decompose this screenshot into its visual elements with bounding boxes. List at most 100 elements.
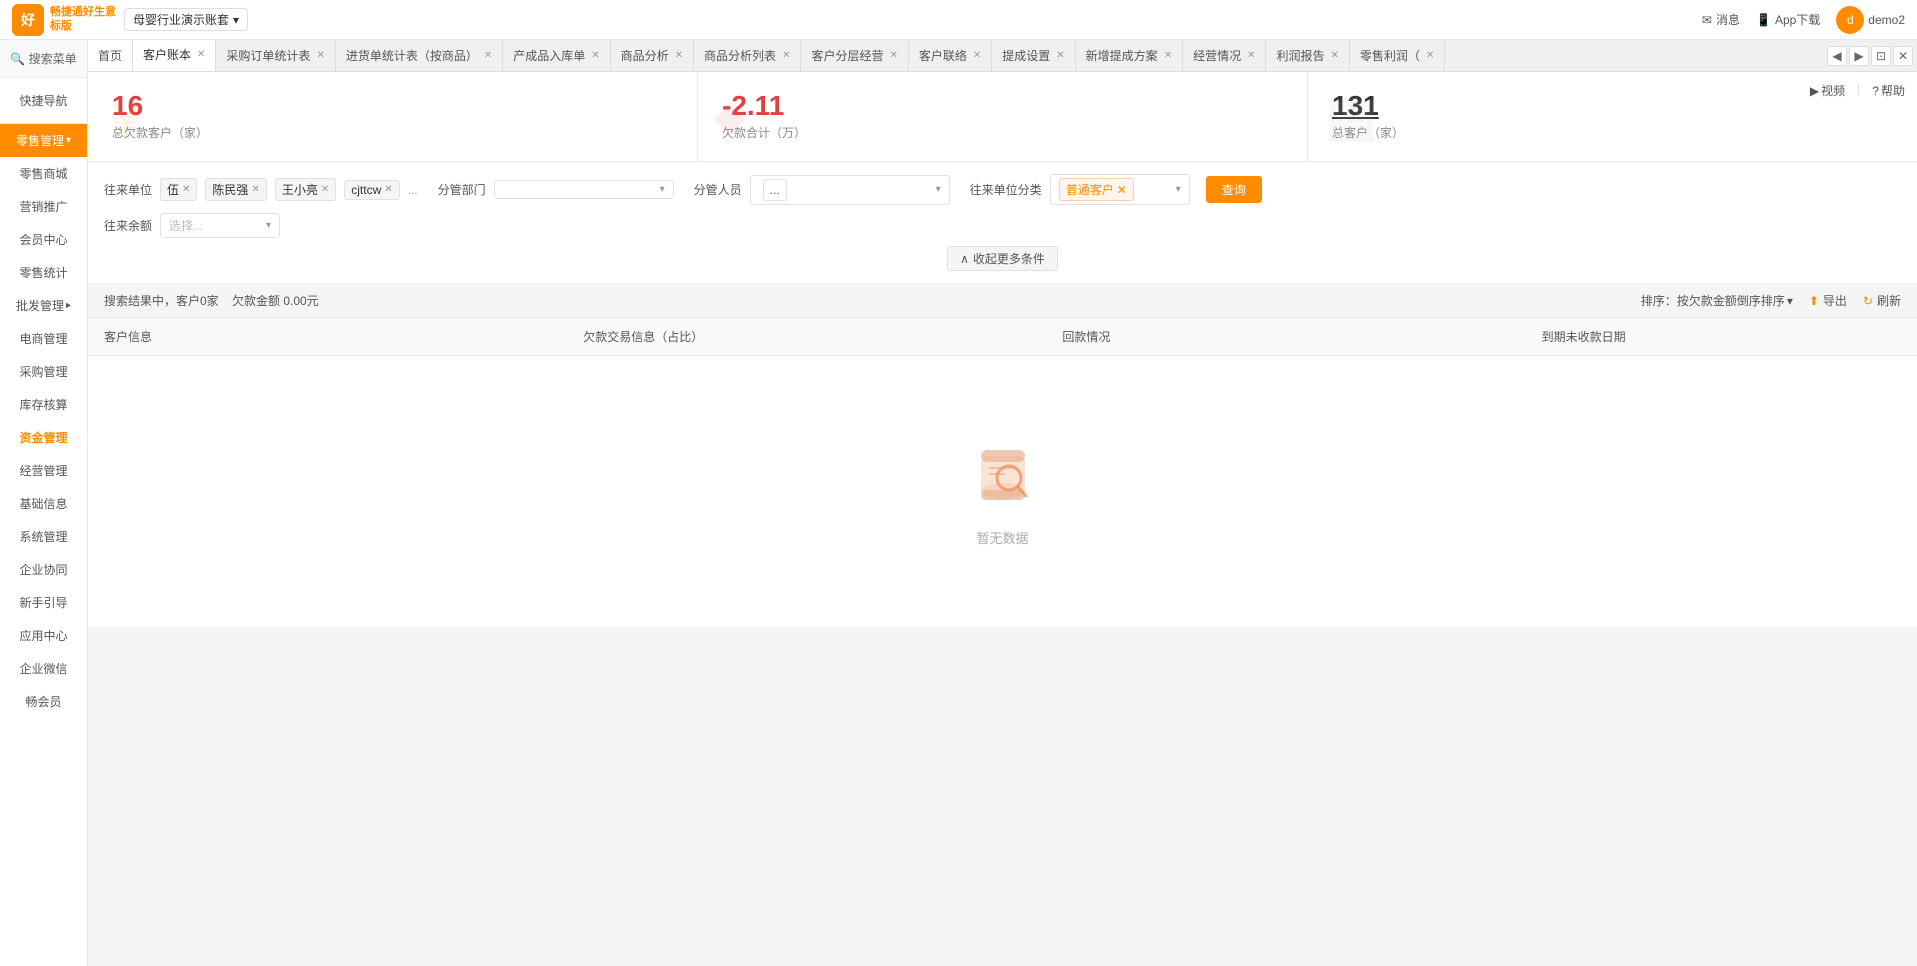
sidebar: 🔍 搜索菜单 快捷导航 零售管理 ▾ 零售商城 营销推广 会员中心 零售统计 批… [0, 40, 88, 966]
remove-tag-btn[interactable]: ✕ [384, 184, 392, 195]
topbar: 好 畅捷通好生意 标版 母婴行业演示账套 ▾ ✉ 消息 📱 App下载 d de… [0, 0, 1917, 40]
main-layout: 🔍 搜索菜单 快捷导航 零售管理 ▾ 零售商城 营销推广 会员中心 零售统计 批… [0, 40, 1917, 966]
building-bg-icon: 🏢 [1324, 91, 1379, 143]
person-select[interactable]: ... ▾ [750, 175, 950, 205]
refresh-icon: ↻ [1863, 294, 1873, 308]
sidebar-item-vip[interactable]: 畅会员 [0, 685, 87, 718]
remove-tag-btn[interactable]: ✕ [251, 184, 259, 195]
tab-close-icon[interactable]: ✕ [1247, 50, 1255, 61]
user-avatar[interactable]: d demo2 [1836, 6, 1905, 34]
empty-text: 暂无数据 [976, 528, 1028, 547]
tab-close-icon[interactable]: ✕ [675, 50, 683, 61]
sort-select[interactable]: 排序：按欠款金额倒序排序 ▾ [1641, 292, 1793, 309]
video-button[interactable]: ▶ 视频 [1810, 82, 1845, 99]
tab-add-commission[interactable]: 新增提成方案 ✕ [1076, 40, 1183, 72]
stat-card-total: 🏢 131 总客户（家） ▶ 视频 | ? 帮助 [1308, 72, 1917, 161]
sidebar-item-appstore[interactable]: 应用中心 [0, 619, 87, 652]
refresh-button[interactable]: ↻ 刷新 [1863, 292, 1901, 309]
diamond-bg-icon: ◆ [714, 94, 745, 140]
person-more-btn[interactable]: ... [763, 179, 787, 201]
col-debt: 欠款交易信息（占比） [583, 328, 1062, 345]
tab-close-icon[interactable]: ✕ [782, 50, 790, 61]
sidebar-item-wholesale[interactable]: 批发管理 ▸ [0, 289, 87, 322]
tab-retail-profit[interactable]: 零售利润（ ✕ [1350, 40, 1445, 72]
sidebar-item-member[interactable]: 会员中心 [0, 223, 87, 256]
collapse-button[interactable]: ∧ 收起更多条件 [947, 246, 1058, 271]
col-date: 到期未收款日期 [1542, 328, 1901, 345]
sidebar-item-wechat[interactable]: 企业微信 [0, 652, 87, 685]
sidebar-item-marketing[interactable]: 营销推广 [0, 190, 87, 223]
tab-customer-ledger[interactable]: 客户账本 ✕ [133, 40, 216, 72]
sidebar-quick-nav[interactable]: 快捷导航 [0, 84, 87, 117]
page-content: ￥ 16 总欠款客户（家） ◆ -2.11 欠款合计（万） 🏢 [88, 72, 1917, 966]
result-summary: 搜索结果中，客户0家 欠款金额 0.00元 [104, 292, 319, 309]
message-icon: ✉ [1702, 13, 1712, 27]
app-download-button[interactable]: 📱 App下载 [1756, 11, 1820, 28]
sidebar-item-retail-mall[interactable]: 零售商城 [0, 157, 87, 190]
tab-product-analysis[interactable]: 商品分析 ✕ [611, 40, 694, 72]
tab-home[interactable]: 首页 [88, 40, 133, 72]
tab-close-icon[interactable]: ✕ [484, 50, 492, 61]
tab-close-icon[interactable]: ✕ [889, 50, 897, 61]
sidebar-item-purchase[interactable]: 采购管理 [0, 355, 87, 388]
filter-row-2: 往来余额 选择... ▾ [104, 213, 1901, 238]
tab-expand-button[interactable]: ⊡ [1871, 46, 1891, 66]
tab-profit[interactable]: 利润报告 ✕ [1266, 40, 1349, 72]
sidebar-item-basic-info[interactable]: 基础信息 [0, 487, 87, 520]
tab-customer-tier[interactable]: 客户分层经营 ✕ [801, 40, 908, 72]
tab-bar: 首页 客户账本 ✕ 采购订单统计表 ✕ 进货单统计表（按商品） ✕ 产成品入库单… [88, 40, 1917, 72]
tab-next-button[interactable]: ▶ [1849, 46, 1869, 66]
store-selector[interactable]: 母婴行业演示账套 ▾ [124, 8, 248, 31]
tab-close-icon[interactable]: ✕ [973, 50, 981, 61]
tab-close-icon[interactable]: ✕ [1164, 50, 1172, 61]
sidebar-item-operations[interactable]: 经营管理 [0, 454, 87, 487]
query-button[interactable]: 查询 [1206, 176, 1262, 203]
sidebar-item-retail[interactable]: 零售管理 ▾ [0, 124, 87, 157]
tab-purchase-order[interactable]: 采购订单统计表 ✕ [216, 40, 335, 72]
message-button[interactable]: ✉ 消息 [1702, 11, 1740, 28]
tab-commission-settings[interactable]: 提成设置 ✕ [992, 40, 1075, 72]
sidebar-item-system[interactable]: 系统管理 [0, 520, 87, 553]
help-button[interactable]: ? 帮助 [1872, 82, 1905, 99]
tab-close-icon[interactable]: ✕ [1426, 50, 1434, 61]
logo-text: 畅捷通好生意 标版 [50, 6, 116, 32]
phone-icon: 📱 [1756, 13, 1771, 27]
tab-product-inbound[interactable]: 产成品入库单 ✕ [503, 40, 610, 72]
tab-close-icon[interactable]: ✕ [591, 50, 599, 61]
table-container: 客户信息 欠款交易信息（占比） 回款情况 到期未收款日期 [88, 318, 1917, 627]
sidebar-item-finance[interactable]: 资金管理 [0, 421, 87, 454]
tab-close-icon[interactable]: ✕ [1056, 50, 1064, 61]
filter-tag-unit3: 王小亮 ✕ [275, 178, 336, 201]
tab-customer-contact[interactable]: 客户联络 ✕ [909, 40, 992, 72]
remove-tag-btn[interactable]: ✕ [182, 184, 190, 195]
collapse-row: ∧ 收起更多条件 [104, 246, 1901, 271]
tab-close-icon[interactable]: ✕ [1331, 50, 1339, 61]
category-label: 往来单位分类 [970, 181, 1042, 198]
tab-purchase-stats[interactable]: 进货单统计表（按商品） ✕ [336, 40, 503, 72]
sidebar-item-guide[interactable]: 新手引导 [0, 586, 87, 619]
sidebar-item-ecommerce[interactable]: 电商管理 [0, 322, 87, 355]
stat-card-customers: ￥ 16 总欠款客户（家） [88, 72, 698, 161]
content-area: 首页 客户账本 ✕ 采购订单统计表 ✕ 进货单统计表（按商品） ✕ 产成品入库单… [88, 40, 1917, 966]
filter-more-btn[interactable]: ... [408, 183, 418, 197]
export-button[interactable]: ⬆ 导出 [1809, 292, 1847, 309]
tab-operations[interactable]: 经营情况 ✕ [1183, 40, 1266, 72]
tab-close-icon[interactable]: ✕ [197, 49, 205, 60]
category-select[interactable]: 普通客户 ✕ ▾ [1050, 174, 1190, 205]
remove-tag-btn[interactable]: ✕ [321, 184, 329, 195]
filter-area: 往来单位 伍 ✕ 陈民强 ✕ 王小亮 ✕ cjttcw [88, 162, 1917, 284]
remove-category-tag[interactable]: ✕ [1117, 183, 1127, 197]
sidebar-item-retail-stats[interactable]: 零售统计 [0, 256, 87, 289]
sidebar-item-inventory[interactable]: 库存核算 [0, 388, 87, 421]
dept-select[interactable]: ▾ [494, 180, 674, 199]
person-label: 分管人员 [694, 181, 742, 198]
tab-close-icon[interactable]: ✕ [316, 50, 324, 61]
filter-tag-unit4: cjttcw ✕ [344, 180, 399, 200]
balance-label: 往来余额 [104, 217, 152, 234]
sidebar-search[interactable]: 🔍 搜索菜单 [0, 40, 87, 78]
tab-product-analysis-list[interactable]: 商品分析列表 ✕ [694, 40, 801, 72]
tab-close-all-button[interactable]: ✕ [1893, 46, 1913, 66]
balance-select[interactable]: 选择... ▾ [160, 213, 280, 238]
tab-prev-button[interactable]: ◀ [1827, 46, 1847, 66]
sidebar-item-enterprise[interactable]: 企业协同 [0, 553, 87, 586]
